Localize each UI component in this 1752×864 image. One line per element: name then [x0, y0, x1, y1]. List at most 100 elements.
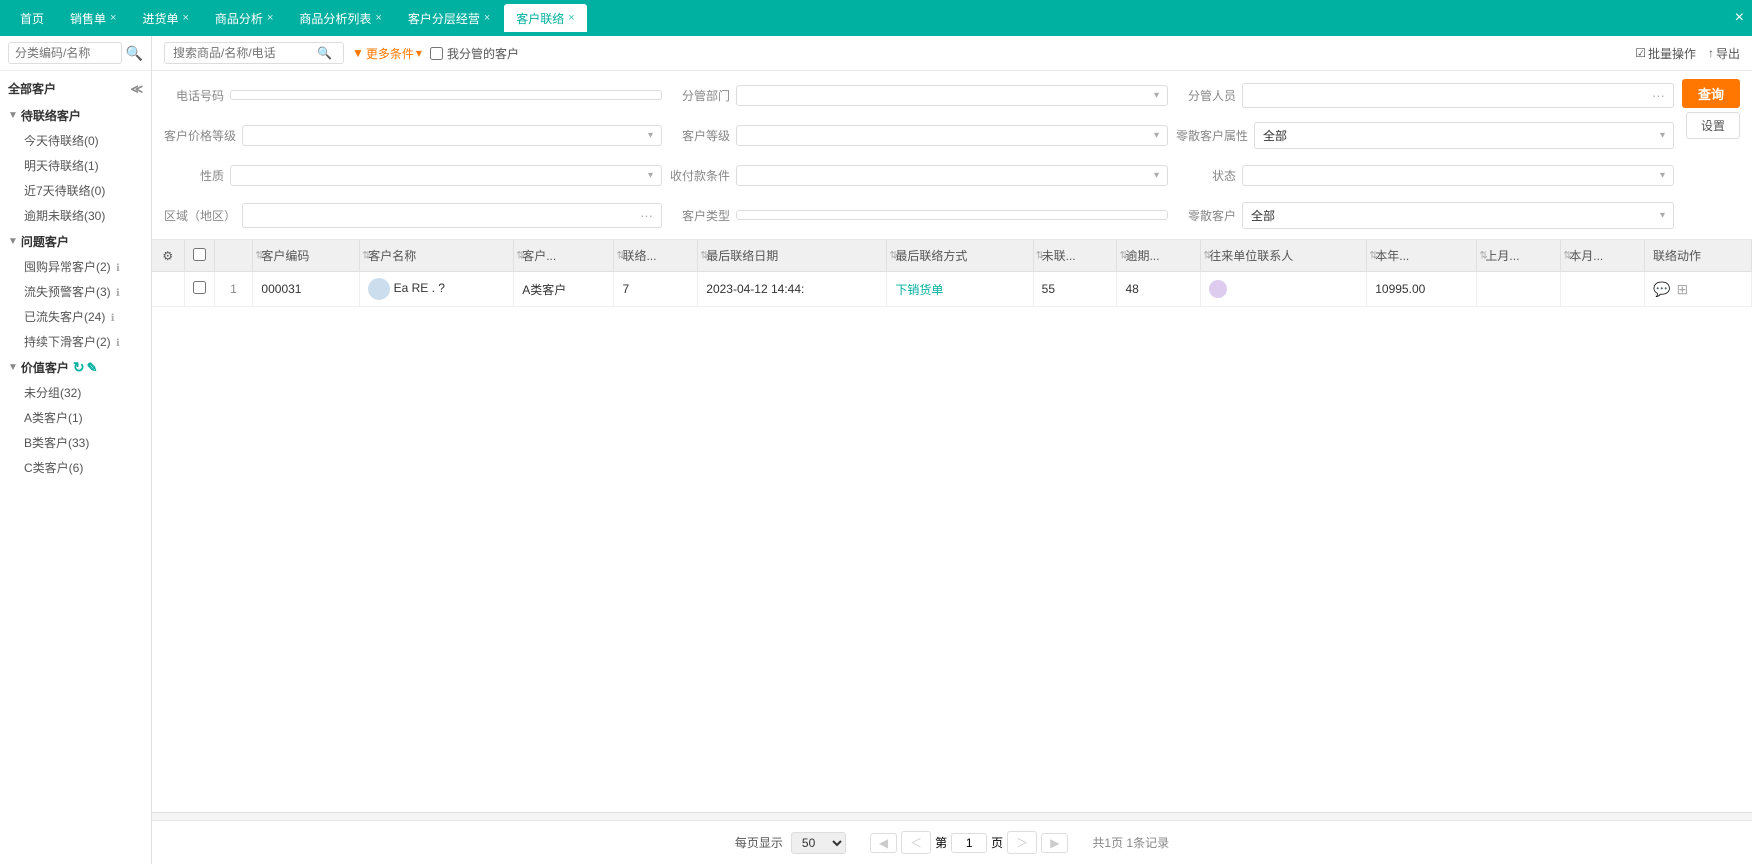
filter-input-dept[interactable]: ▾	[736, 85, 1168, 106]
edit-icon-value[interactable]: ✎	[87, 360, 98, 376]
sidebar-item-7days[interactable]: 近7天待联络(0)	[0, 178, 151, 203]
filter-input-nature[interactable]: ▾	[230, 165, 662, 186]
refresh-icon-value[interactable]: ↻	[73, 359, 85, 376]
tab-product-analysis-list[interactable]: 商品分析列表 ×	[287, 4, 393, 32]
th-settings[interactable]: ⚙	[152, 240, 184, 272]
th-current-month[interactable]: ⇅ 本月...	[1561, 240, 1645, 272]
sidebar-item-unclassified[interactable]: 未分组(32)	[0, 380, 151, 405]
page-size-select[interactable]: 50 100 200	[791, 832, 846, 854]
page-end-label: 页	[991, 834, 1003, 851]
tab-customer-segment-close[interactable]: ×	[484, 12, 490, 24]
th-name[interactable]: ⇅ 客户名称	[360, 240, 514, 272]
th-last-date[interactable]: ⇅ 最后联络日期	[698, 240, 887, 272]
th-last-method[interactable]: ⇅ 最后联络方式	[887, 240, 1033, 272]
sidebar-all-customers-label: 全部客户	[8, 80, 56, 97]
th-current-year[interactable]: ⇅ 本年...	[1367, 240, 1477, 272]
sidebar-item-overdue[interactable]: 逾期未联络(30)	[0, 203, 151, 228]
last-page-btn[interactable]: ▶	[1041, 833, 1068, 853]
sidebar-item-c-class[interactable]: C类客户(6)	[0, 455, 151, 480]
sidebar-item-hoarding[interactable]: 囤购异常客户(2) ℹ	[0, 254, 151, 279]
sidebar-item-b-class[interactable]: B类客户(33)	[0, 430, 151, 455]
th-contact[interactable]: ⇅ 联络...	[614, 240, 698, 272]
more-conditions-label: 更多条件	[366, 45, 414, 62]
tab-purchase[interactable]: 进货单 ×	[130, 4, 200, 32]
tab-purchase-close[interactable]: ×	[182, 12, 188, 24]
settings-button[interactable]: 设置	[1686, 112, 1740, 139]
sidebar-group-value[interactable]: ▼ 价值客户 ↻ ✎	[0, 354, 151, 380]
chat-icon[interactable]: 💬	[1653, 281, 1670, 298]
sidebar-item-churn-warning[interactable]: 流失预警客户(3) ℹ	[0, 279, 151, 304]
export-btn[interactable]: ↑ 导出	[1708, 45, 1740, 62]
page-input[interactable]	[951, 833, 987, 853]
query-button[interactable]: 查询	[1682, 79, 1740, 108]
sidebar-search-input[interactable]	[8, 42, 122, 64]
tab-product-analysis-close[interactable]: ×	[267, 12, 273, 24]
filter-search-box[interactable]: 🔍	[164, 42, 344, 64]
sidebar-item-a-class[interactable]: A类客户(1)	[0, 405, 151, 430]
last-method-link[interactable]: 下销货单	[895, 283, 943, 297]
prev-page-btn[interactable]: ＜	[901, 831, 931, 854]
next-page-btn[interactable]: ＞	[1007, 831, 1037, 854]
select-all-checkbox[interactable]	[193, 248, 206, 261]
row-select-checkbox[interactable]	[193, 281, 206, 294]
dropdown-arrow-price-level: ▾	[648, 130, 653, 141]
info-icon-churn-warning[interactable]: ℹ	[116, 288, 120, 299]
tab-product-analysis[interactable]: 商品分析 ×	[203, 4, 285, 32]
tab-product-analysis-list-close[interactable]: ×	[375, 12, 381, 24]
info-icon-hoarding[interactable]: ℹ	[116, 263, 120, 274]
batch-op-btn[interactable]: ☑ 批量操作	[1635, 45, 1696, 62]
scrollbar-area[interactable]	[152, 812, 1752, 820]
my-customers-check[interactable]	[430, 47, 443, 60]
sidebar-item-tomorrow[interactable]: 明天待联络(1)	[0, 153, 151, 178]
close-all-icon[interactable]: ×	[1735, 9, 1744, 27]
th-level[interactable]: ⇅ 客户...	[514, 240, 614, 272]
tab-customer-segment[interactable]: 客户分层经营 ×	[396, 4, 502, 32]
sidebar-all-customers[interactable]: 全部客户 ≪	[0, 75, 151, 102]
filter-input-retail-customer[interactable]: 全部 ▾	[1242, 202, 1674, 229]
filter-row-status: 状态 ▾	[1176, 159, 1674, 191]
my-customers-checkbox[interactable]: 我分管的客户	[430, 45, 519, 62]
filter-input-region[interactable]: ···	[242, 203, 662, 228]
sidebar-collapse-icon[interactable]: ≪	[130, 82, 143, 96]
sidebar-search-icon[interactable]: 🔍	[126, 45, 143, 62]
tab-home[interactable]: 首页	[8, 4, 56, 32]
row-checkbox[interactable]	[184, 272, 214, 307]
filter-search-icon[interactable]: 🔍	[317, 46, 332, 60]
info-icon-churned[interactable]: ℹ	[111, 313, 115, 324]
info-icon-declining[interactable]: ℹ	[116, 338, 120, 349]
filter-input-customer-level[interactable]: ▾	[736, 125, 1168, 146]
filter-label-retail-attr: 零散客户属性	[1176, 127, 1248, 144]
th-unit-contact[interactable]: ⇅ 往来单位联系人	[1201, 240, 1367, 272]
th-last-month[interactable]: ⇅ 上月...	[1477, 240, 1561, 272]
th-code[interactable]: ⇅ 客户编码	[253, 240, 360, 272]
tab-sales[interactable]: 销售单 ×	[58, 4, 128, 32]
filter-input-manager[interactable]: ···	[1242, 83, 1674, 108]
filter-search-input[interactable]	[173, 46, 313, 60]
row-last-method[interactable]: 下销货单	[887, 272, 1033, 307]
sidebar-item-declining[interactable]: 持续下滑客户(2) ℹ	[0, 329, 151, 354]
filter-input-payment[interactable]: ▾	[736, 165, 1168, 186]
filter-input-customer-type[interactable]	[736, 210, 1168, 220]
th-overdue[interactable]: ⇅ 逾期...	[1117, 240, 1201, 272]
tab-customer-contact[interactable]: 客户联络 ×	[504, 4, 586, 32]
more-icon-manager[interactable]: ···	[1652, 88, 1665, 103]
tab-customer-contact-close[interactable]: ×	[568, 12, 574, 24]
more-icon-region[interactable]: ···	[640, 208, 653, 223]
filter-input-status[interactable]: ▾	[1242, 165, 1674, 186]
qr-icon[interactable]: ⊞	[1676, 281, 1688, 298]
sidebar-item-churned[interactable]: 已流失客户(24) ℹ	[0, 304, 151, 329]
tab-sales-close[interactable]: ×	[110, 12, 116, 24]
th-not-contacted[interactable]: ⇅ 未联...	[1033, 240, 1117, 272]
filter-input-retail-attr[interactable]: 全部 ▾	[1254, 122, 1674, 149]
row-not-contacted: 55	[1033, 272, 1117, 307]
filter-input-phone[interactable]	[230, 90, 662, 100]
th-checkbox[interactable]	[184, 240, 214, 272]
sidebar-item-today[interactable]: 今天待联络(0)	[0, 128, 151, 153]
more-conditions-btn[interactable]: ▼ 更多条件 ▾	[352, 45, 422, 62]
sidebar-group-problem[interactable]: ▼ 问题客户	[0, 228, 151, 254]
filter-label-phone: 电话号码	[164, 87, 224, 104]
filter-input-price-level[interactable]: ▾	[242, 125, 662, 146]
page-nav: ◀ ＜ 第 页 ＞ ▶	[870, 831, 1069, 854]
first-page-btn[interactable]: ◀	[870, 833, 897, 853]
sidebar-group-pending[interactable]: ▼ 待联络客户	[0, 102, 151, 128]
